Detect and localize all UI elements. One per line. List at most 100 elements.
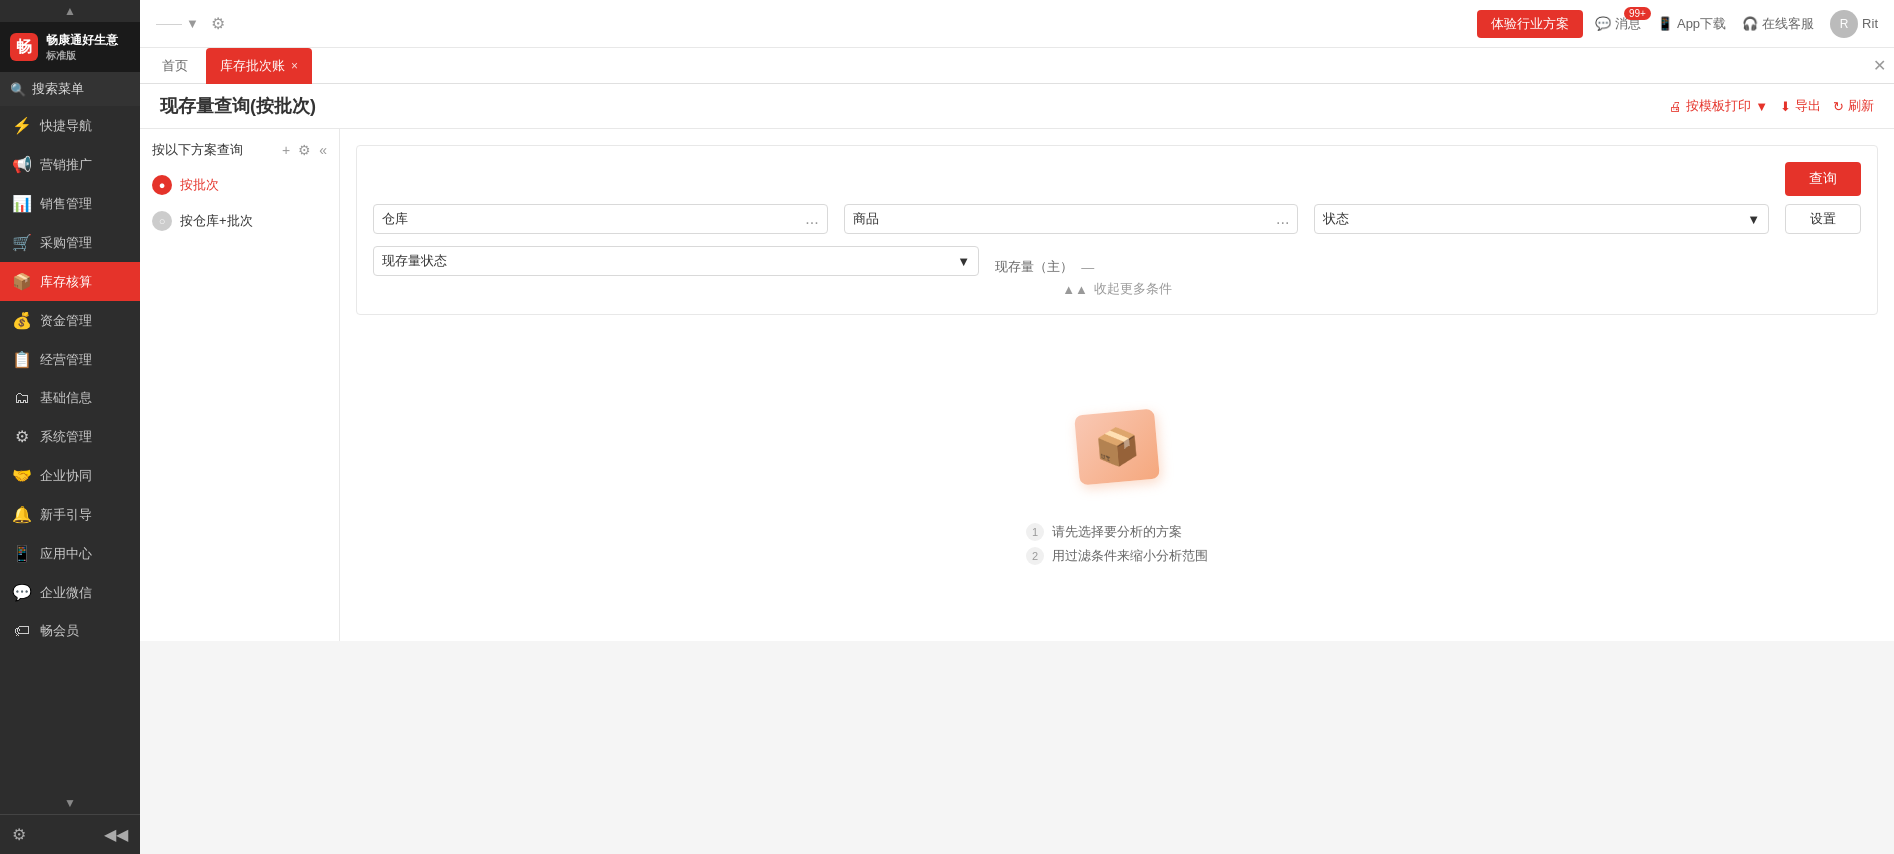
sidebar: ▲ 畅 畅康通好生意 标准版 🔍 搜索菜单 ⚡ 快捷导航 📢 营销推广 📊 销售… xyxy=(0,0,140,854)
sidebar-item-basics[interactable]: 🗂 基础信息 xyxy=(0,379,140,417)
print-dropdown-icon[interactable]: ▼ xyxy=(1755,99,1768,114)
sales-icon: 📊 xyxy=(12,194,32,213)
sidebar-item-wechat[interactable]: 💬 企业微信 xyxy=(0,573,140,612)
sidebar-item-operations[interactable]: 📋 经营管理 xyxy=(0,340,140,379)
chevron-up-icon: ▲▲ xyxy=(1062,282,1088,297)
filter-panel-header: 按以下方案查询 + ⚙ « xyxy=(140,141,339,167)
tabbar: 首页 库存批次账 × ✕ xyxy=(140,48,1894,84)
wechat-icon: 💬 xyxy=(12,583,32,602)
phone-icon: 📱 xyxy=(1657,16,1673,31)
sidebar-item-label: 资金管理 xyxy=(40,312,92,330)
sidebar-item-system[interactable]: ⚙ 系统管理 xyxy=(0,417,140,456)
sidebar-item-label: 新手引导 xyxy=(40,506,92,524)
tab-active-label: 库存批次账 xyxy=(220,57,285,75)
topbar-actions: 💬 消息 99+ 📱 App下载 🎧 在线客服 R Rit xyxy=(1595,10,1878,38)
empty-hint-1: 1 请先选择要分析的方案 xyxy=(1026,523,1208,541)
user-avatar[interactable]: R Rit xyxy=(1830,10,1878,38)
collapse-sidebar-icon[interactable]: ◀◀ xyxy=(104,825,128,844)
marketing-icon: 📢 xyxy=(12,155,32,174)
sidebar-scroll-up[interactable]: ▲ xyxy=(0,0,140,22)
scheme-icon-warehouse-batch: ○ xyxy=(152,211,172,231)
export-label: 导出 xyxy=(1795,97,1821,115)
warehouse-label: 仓库 xyxy=(382,210,805,228)
headset-icon: 🎧 xyxy=(1742,16,1758,31)
apps-icon: 📱 xyxy=(12,544,32,563)
close-tab-right-icon[interactable]: ✕ xyxy=(1873,56,1886,75)
topbar-gear-icon[interactable]: ⚙ xyxy=(211,14,225,33)
print-template-button[interactable]: 🖨 按模板打印 ▼ xyxy=(1669,97,1768,115)
app-download-button[interactable]: 📱 App下载 xyxy=(1657,15,1726,33)
tab-home[interactable]: 首页 xyxy=(148,48,202,84)
range-dash: — xyxy=(1081,260,1094,275)
sidebar-item-inventory[interactable]: 📦 库存核算 xyxy=(0,262,140,301)
scheme-icon-batch: ● xyxy=(152,175,172,195)
page-header: 现存量查询(按批次) 🖨 按模板打印 ▼ ⬇ 导出 ↻ 刷新 xyxy=(140,84,1894,129)
warehouse-input[interactable]: 仓库 ... xyxy=(373,204,828,234)
sidebar-item-enterprise[interactable]: 🤝 企业协同 xyxy=(0,456,140,495)
newbie-icon: 🔔 xyxy=(12,505,32,524)
empty-state: 1 请先选择要分析的方案 2 用过滤条件来缩小分析范围 xyxy=(356,327,1878,625)
tab-inventory-batch[interactable]: 库存批次账 × xyxy=(206,48,312,84)
print-label: 按模板打印 xyxy=(1686,97,1751,115)
form-actions: 查询 设置 xyxy=(1785,162,1861,234)
settings-scheme-icon[interactable]: ⚙ xyxy=(298,142,311,158)
sidebar-item-apps[interactable]: 📱 应用中心 xyxy=(0,534,140,573)
sidebar-item-purchase[interactable]: 🛒 采购管理 xyxy=(0,223,140,262)
messages-badge: 99+ xyxy=(1624,7,1651,20)
refresh-button[interactable]: ↻ 刷新 xyxy=(1833,97,1874,115)
sidebar-item-sales[interactable]: 📊 销售管理 xyxy=(0,184,140,223)
messages-button[interactable]: 💬 消息 99+ xyxy=(1595,15,1641,33)
status-select[interactable]: 状态 ▼ xyxy=(1314,204,1769,234)
query-button[interactable]: 查询 xyxy=(1785,162,1861,196)
hint-num-2: 2 xyxy=(1026,547,1044,565)
topbar: —— ▼ ⚙ 体验行业方案 💬 消息 99+ 📱 App下载 🎧 在线客服 R xyxy=(140,0,1894,48)
sidebar-item-label: 企业微信 xyxy=(40,584,92,602)
app-edition: 标准版 xyxy=(46,49,118,63)
sidebar-item-newbie[interactable]: 🔔 新手引导 xyxy=(0,495,140,534)
sidebar-item-label: 快捷导航 xyxy=(40,117,92,135)
search-label: 搜索菜单 xyxy=(32,80,84,98)
status-field: 状态 ▼ xyxy=(1314,204,1769,234)
breadcrumb-text: —— xyxy=(156,16,182,31)
sidebar-header: 畅 畅康通好生意 标准版 xyxy=(0,22,140,72)
status-dropdown-icon: ▼ xyxy=(1747,212,1760,227)
export-icon: ⬇ xyxy=(1780,99,1791,114)
product-field: 商品 ... xyxy=(844,204,1299,234)
product-input[interactable]: 商品 ... xyxy=(844,204,1299,234)
sidebar-item-finance[interactable]: 💰 资金管理 xyxy=(0,301,140,340)
tab-home-label: 首页 xyxy=(162,57,188,75)
main-content: —— ▼ ⚙ 体验行业方案 💬 消息 99+ 📱 App下载 🎧 在线客服 R xyxy=(140,0,1894,854)
sidebar-item-marketing[interactable]: 📢 营销推广 xyxy=(0,145,140,184)
sidebar-item-label: 系统管理 xyxy=(40,428,92,446)
sidebar-scroll-down[interactable]: ▼ xyxy=(0,792,140,814)
print-icon: 🖨 xyxy=(1669,99,1682,114)
avatar: R xyxy=(1830,10,1858,38)
dropdown-icon[interactable]: ▼ xyxy=(186,16,199,31)
scheme-label-warehouse-batch: 按仓库+批次 xyxy=(180,212,253,230)
collapse-label: 收起更多条件 xyxy=(1094,280,1172,298)
empty-hints: 1 请先选择要分析的方案 2 用过滤条件来缩小分析范围 xyxy=(1026,523,1208,565)
sidebar-item-quick-nav[interactable]: ⚡ 快捷导航 xyxy=(0,106,140,145)
members-icon: 🏷 xyxy=(12,622,32,640)
collapse-panel-icon[interactable]: « xyxy=(319,142,327,158)
tab-close-icon[interactable]: × xyxy=(291,59,298,73)
warehouse-more-icon[interactable]: ... xyxy=(805,210,818,228)
scheme-item-batch[interactable]: ● 按批次 xyxy=(140,167,339,203)
hint-text-1: 请先选择要分析的方案 xyxy=(1052,523,1182,541)
add-scheme-icon[interactable]: + xyxy=(282,142,290,158)
export-button[interactable]: ⬇ 导出 xyxy=(1780,97,1821,115)
sidebar-item-label: 企业协同 xyxy=(40,467,92,485)
stock-status-select[interactable]: 现存量状态 ▼ xyxy=(373,246,979,276)
product-more-icon[interactable]: ... xyxy=(1276,210,1289,228)
scheme-item-warehouse-batch[interactable]: ○ 按仓库+批次 xyxy=(140,203,339,239)
collapse-conditions-button[interactable]: ▲▲ 收起更多条件 xyxy=(373,276,1861,302)
industry-solution-button[interactable]: 体验行业方案 xyxy=(1477,10,1583,38)
settings-button[interactable]: 设置 xyxy=(1785,204,1861,234)
breadcrumb: —— ▼ xyxy=(156,16,199,31)
online-support-button[interactable]: 🎧 在线客服 xyxy=(1742,15,1814,33)
sidebar-item-label: 采购管理 xyxy=(40,234,92,252)
sidebar-search[interactable]: 🔍 搜索菜单 xyxy=(0,72,140,106)
settings-icon[interactable]: ⚙ xyxy=(12,825,26,844)
sidebar-item-members[interactable]: 🏷 畅会员 xyxy=(0,612,140,650)
filter-header-actions: + ⚙ « xyxy=(282,142,327,158)
